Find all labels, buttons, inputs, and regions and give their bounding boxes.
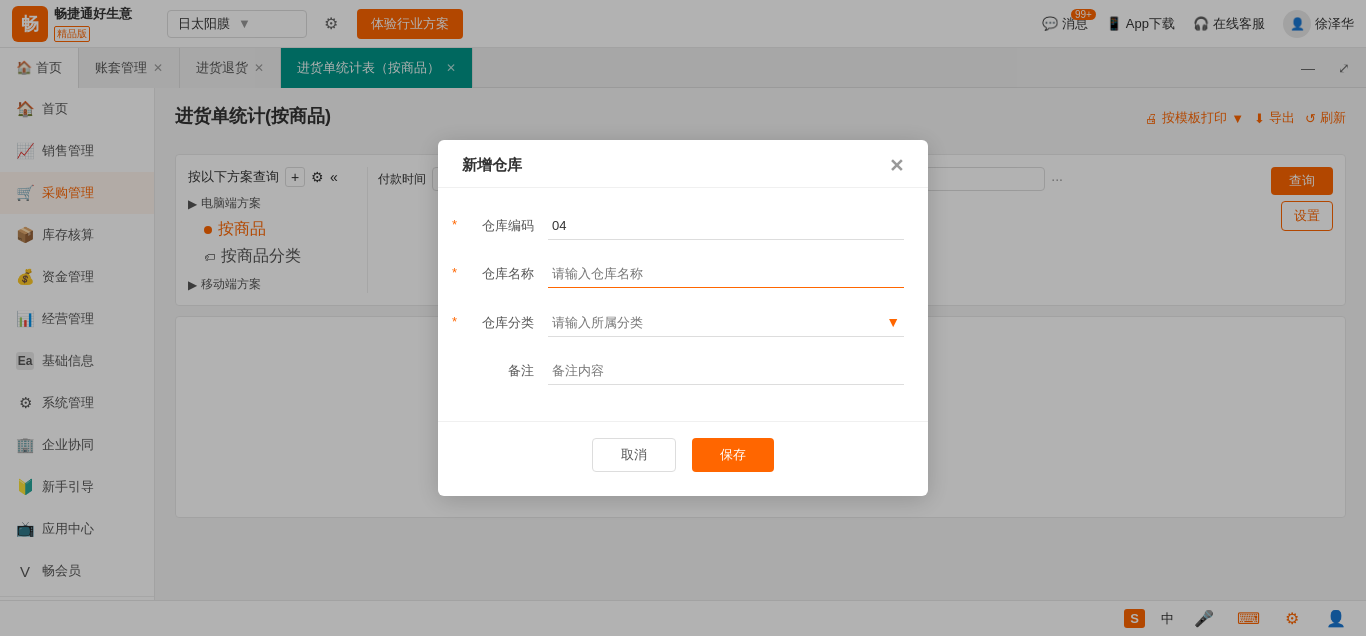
modal-row-category: 仓库分类 ▼ xyxy=(462,308,904,337)
save-button[interactable]: 保存 xyxy=(692,438,774,472)
cancel-button[interactable]: 取消 xyxy=(592,438,676,472)
note-input[interactable] xyxy=(548,357,904,385)
modal-row-note: 备注 xyxy=(462,357,904,385)
category-label: 仓库分类 xyxy=(462,314,534,332)
modal-close-button[interactable]: ✕ xyxy=(889,157,904,175)
modal-footer: 取消 保存 xyxy=(438,421,928,496)
modal-row-code: 仓库编码 xyxy=(462,212,904,240)
category-select-input[interactable] xyxy=(552,315,886,330)
note-label: 备注 xyxy=(462,362,534,380)
modal-row-name: 仓库名称 xyxy=(462,260,904,288)
category-select-wrapper[interactable]: ▼ xyxy=(548,308,904,337)
modal-body: 仓库编码 仓库名称 仓库分类 ▼ 备注 xyxy=(438,188,928,421)
new-warehouse-modal: 新增仓库 ✕ 仓库编码 仓库名称 仓库分类 ▼ xyxy=(438,140,928,496)
name-label: 仓库名称 xyxy=(462,265,534,283)
warehouse-name-input[interactable] xyxy=(548,260,904,288)
modal-overlay: 新增仓库 ✕ 仓库编码 仓库名称 仓库分类 ▼ xyxy=(0,0,1366,636)
warehouse-code-input[interactable] xyxy=(548,212,904,240)
category-dropdown-arrow: ▼ xyxy=(886,314,900,330)
modal-header: 新增仓库 ✕ xyxy=(438,140,928,188)
modal-title: 新增仓库 xyxy=(462,156,522,175)
code-label: 仓库编码 xyxy=(462,217,534,235)
